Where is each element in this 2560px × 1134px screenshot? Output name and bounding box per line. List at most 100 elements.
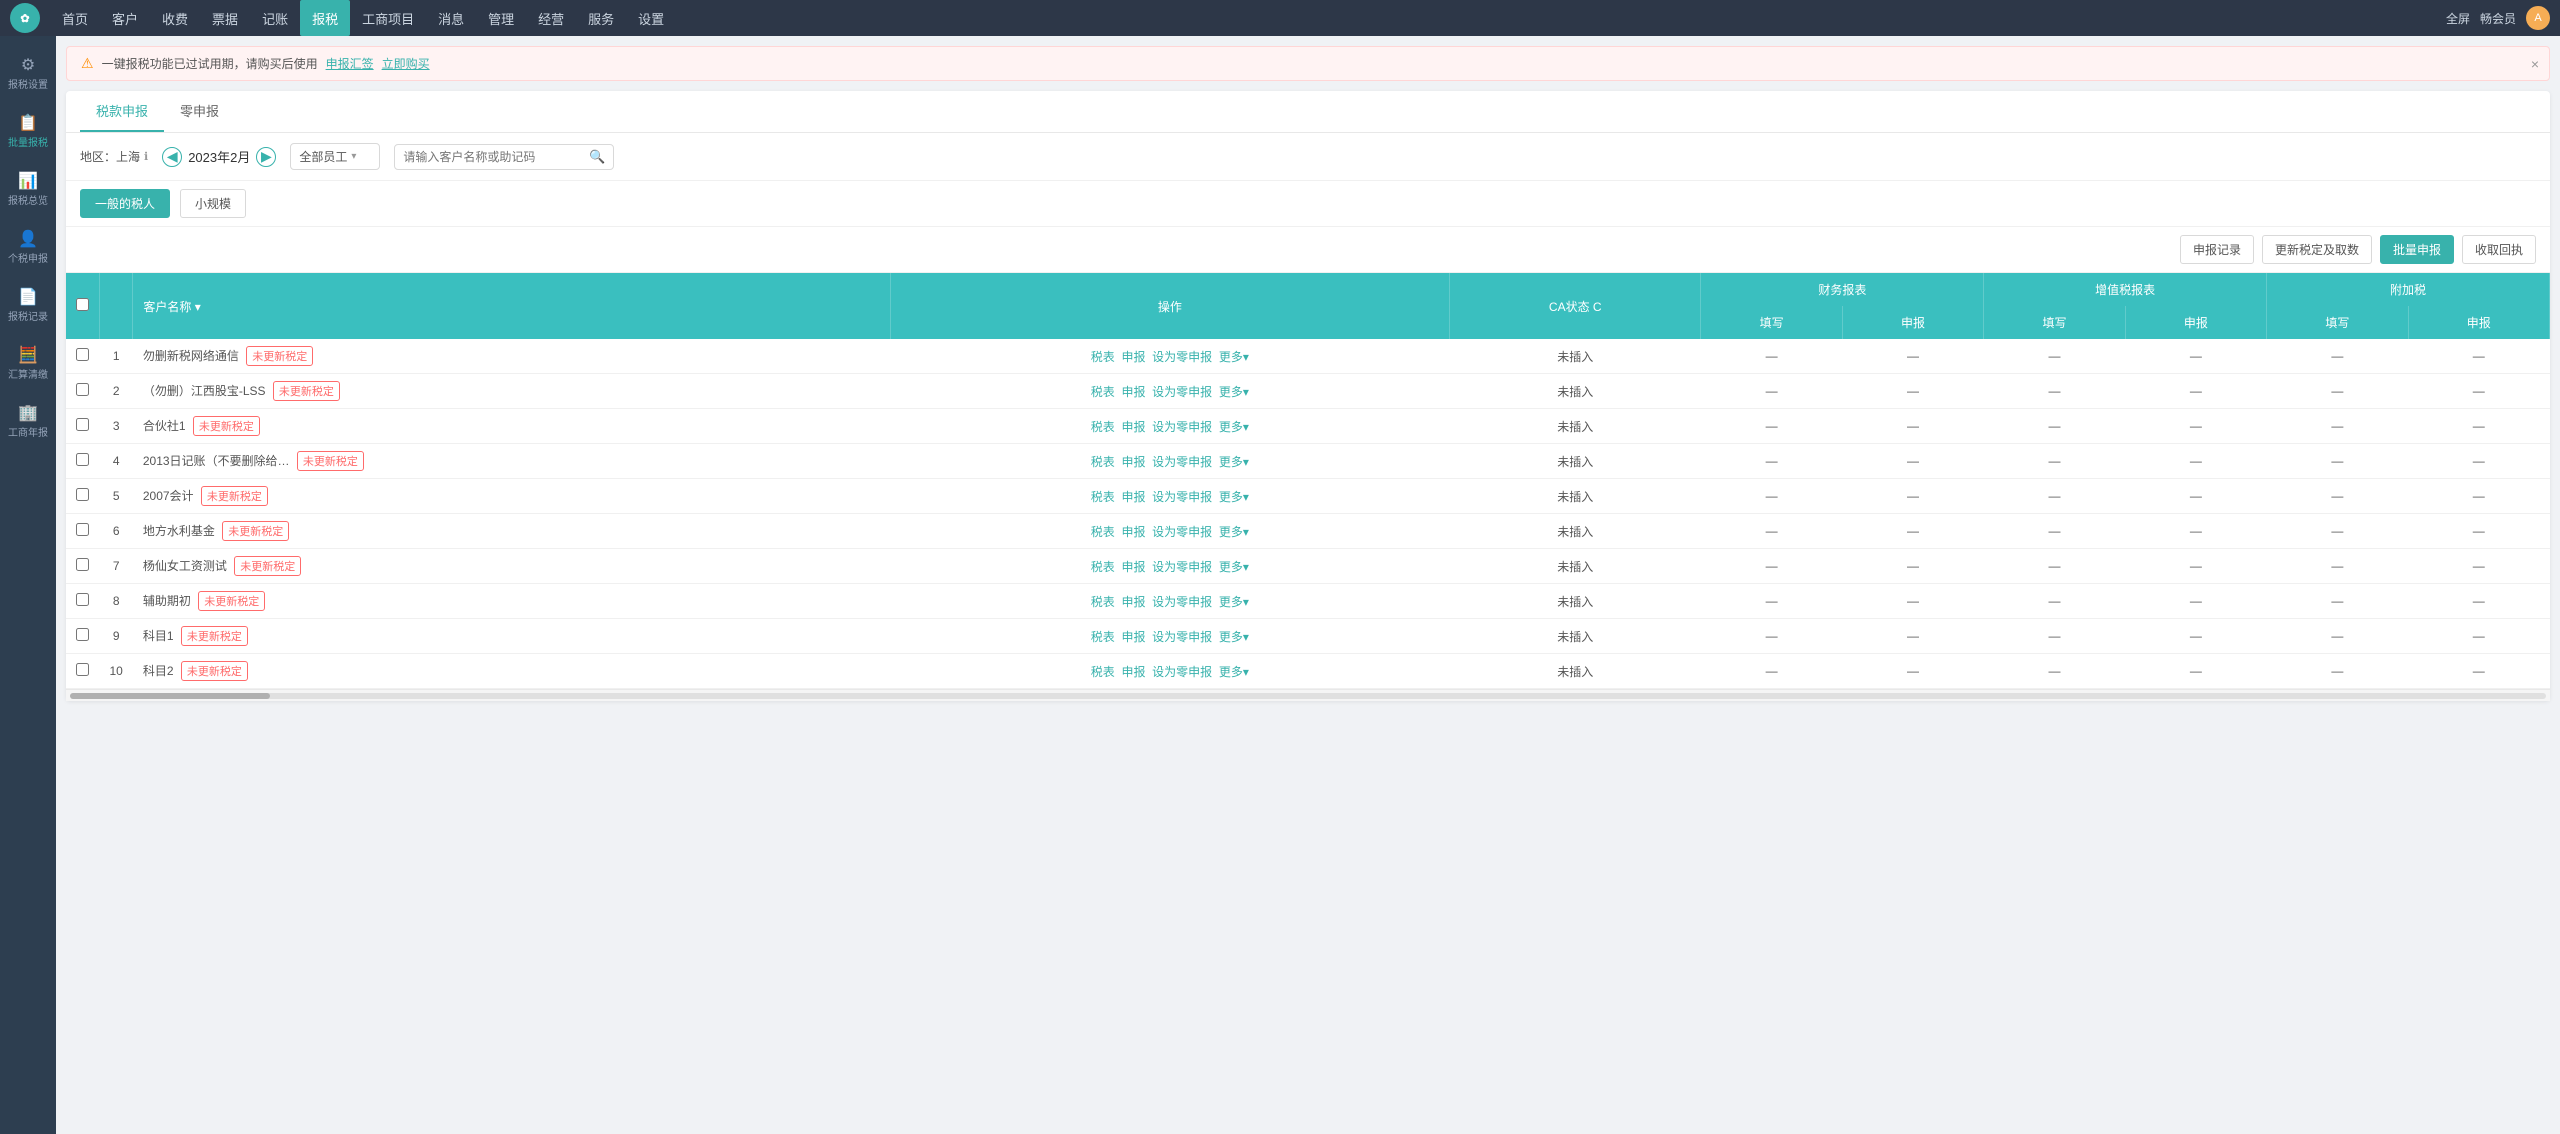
tab-tax-declaration[interactable]: 税款申报	[80, 91, 164, 132]
op-set-zero[interactable]: 设为零申报	[1152, 455, 1212, 469]
row-checkbox[interactable]	[76, 628, 89, 641]
row-add-report: —	[2408, 479, 2549, 514]
row-checkbox[interactable]	[76, 453, 89, 466]
nav-item-operation[interactable]: 经营	[526, 0, 576, 36]
fullscreen-button[interactable]: 全屏	[2446, 10, 2470, 27]
op-tax-form[interactable]: 税表	[1091, 595, 1115, 609]
op-tax-form[interactable]: 税表	[1091, 490, 1115, 504]
op-tax-form[interactable]: 税表	[1091, 630, 1115, 644]
row-add-fill: —	[2267, 514, 2408, 549]
nav-item-commerce[interactable]: 工商项目	[350, 0, 426, 36]
row-checkbox[interactable]	[76, 488, 89, 501]
row-checkbox[interactable]	[76, 348, 89, 361]
sidebar-item-batch-tax[interactable]: 📋 批量报税	[0, 102, 56, 160]
batch-icon: 📋	[17, 112, 39, 134]
date-next-button[interactable]: ▶	[256, 147, 276, 167]
op-more[interactable]: 更多▾	[1219, 665, 1249, 679]
op-tax-form[interactable]: 税表	[1091, 350, 1115, 364]
op-declare[interactable]: 申报	[1121, 630, 1145, 644]
batch-declare-button[interactable]: 批量申报	[2380, 235, 2454, 264]
search-input[interactable]	[403, 150, 589, 164]
op-more[interactable]: 更多▾	[1219, 385, 1249, 399]
row-tax-fill: —	[1984, 444, 2125, 479]
sidebar-item-tax-settings[interactable]: ⚙ 报税设置	[0, 44, 56, 102]
nav-item-message[interactable]: 消息	[426, 0, 476, 36]
op-tax-form[interactable]: 税表	[1091, 525, 1115, 539]
op-declare[interactable]: 申报	[1121, 560, 1145, 574]
row-fin-fill: —	[1701, 619, 1842, 654]
sidebar-item-annual-calc[interactable]: 🧮 汇算清缴	[0, 334, 56, 392]
op-tax-form[interactable]: 税表	[1091, 420, 1115, 434]
main-tabs: 税款申报 零申报	[66, 91, 2550, 133]
op-set-zero[interactable]: 设为零申报	[1152, 560, 1212, 574]
declaration-record-button[interactable]: 申报记录	[2180, 235, 2254, 264]
nav-item-tax[interactable]: 报税	[300, 0, 350, 36]
op-more[interactable]: 更多▾	[1219, 595, 1249, 609]
sidebar-item-annual-report[interactable]: 🏢 工商年报	[0, 392, 56, 450]
op-declare[interactable]: 申报	[1121, 490, 1145, 504]
row-checkbox[interactable]	[76, 523, 89, 536]
tab-zero-declaration[interactable]: 零申报	[164, 91, 235, 132]
op-set-zero[interactable]: 设为零申报	[1152, 595, 1212, 609]
op-declare[interactable]: 申报	[1121, 455, 1145, 469]
op-set-zero[interactable]: 设为零申报	[1152, 490, 1212, 504]
row-checkbox[interactable]	[76, 418, 89, 431]
row-checkbox[interactable]	[76, 383, 89, 396]
info-icon[interactable]: ℹ	[144, 150, 148, 163]
banner-link-report[interactable]: 申报汇签	[326, 55, 374, 72]
collect-receipt-button[interactable]: 收取回执	[2462, 235, 2536, 264]
op-set-zero[interactable]: 设为零申报	[1152, 350, 1212, 364]
row-operations: 税表 申报 设为零申报 更多▾	[890, 479, 1450, 514]
op-declare[interactable]: 申报	[1121, 385, 1145, 399]
row-checkbox[interactable]	[76, 593, 89, 606]
op-more[interactable]: 更多▾	[1219, 420, 1249, 434]
sidebar-item-tax-record[interactable]: 📄 报税记录	[0, 276, 56, 334]
sub-tab-general[interactable]: 一般的税人	[80, 189, 170, 218]
row-no: 2	[100, 374, 133, 409]
op-set-zero[interactable]: 设为零申报	[1152, 385, 1212, 399]
nav-item-bookkeeping[interactable]: 记账	[250, 0, 300, 36]
op-more[interactable]: 更多▾	[1219, 350, 1249, 364]
row-checkbox[interactable]	[76, 663, 89, 676]
op-tax-form[interactable]: 税表	[1091, 455, 1115, 469]
sub-tab-small[interactable]: 小规模	[180, 189, 246, 218]
nav-item-client[interactable]: 客户	[100, 0, 150, 36]
staff-selector[interactable]: 全部员工 ▾	[290, 143, 380, 170]
nav-item-home[interactable]: 首页	[50, 0, 100, 36]
op-declare[interactable]: 申报	[1121, 525, 1145, 539]
op-tax-form[interactable]: 税表	[1091, 665, 1115, 679]
nav-item-fee[interactable]: 收费	[150, 0, 200, 36]
nav-item-settings[interactable]: 设置	[626, 0, 676, 36]
op-more[interactable]: 更多▾	[1219, 490, 1249, 504]
op-set-zero[interactable]: 设为零申报	[1152, 630, 1212, 644]
nav-item-service[interactable]: 服务	[576, 0, 626, 36]
search-icon[interactable]: 🔍	[589, 149, 605, 165]
op-tax-form[interactable]: 税表	[1091, 560, 1115, 574]
op-more[interactable]: 更多▾	[1219, 525, 1249, 539]
row-checkbox[interactable]	[76, 558, 89, 571]
scroll-thumb[interactable]	[70, 693, 270, 699]
nav-item-manage[interactable]: 管理	[476, 0, 526, 36]
select-all-checkbox[interactable]	[76, 298, 89, 311]
op-tax-form[interactable]: 税表	[1091, 385, 1115, 399]
op-set-zero[interactable]: 设为零申报	[1152, 420, 1212, 434]
op-declare[interactable]: 申报	[1121, 595, 1145, 609]
nav-item-invoice[interactable]: 票据	[200, 0, 250, 36]
date-prev-button[interactable]: ◀	[162, 147, 182, 167]
op-declare[interactable]: 申报	[1121, 665, 1145, 679]
sidebar-item-label-record: 报税记录	[8, 312, 48, 324]
banner-close-button[interactable]: ×	[2531, 56, 2539, 72]
op-declare[interactable]: 申报	[1121, 350, 1145, 364]
sidebar-item-tax-overview[interactable]: 📊 报税总览	[0, 160, 56, 218]
banner-link-buy[interactable]: 立即购买	[382, 55, 430, 72]
update-tax-button[interactable]: 更新税定及取数	[2262, 235, 2372, 264]
op-more[interactable]: 更多▾	[1219, 630, 1249, 644]
sidebar-item-personal-tax[interactable]: 👤 个税申报	[0, 218, 56, 276]
member-button[interactable]: 畅会员	[2480, 10, 2516, 27]
op-set-zero[interactable]: 设为零申报	[1152, 665, 1212, 679]
op-more[interactable]: 更多▾	[1219, 455, 1249, 469]
horizontal-scrollbar[interactable]	[66, 689, 2550, 701]
op-more[interactable]: 更多▾	[1219, 560, 1249, 574]
op-set-zero[interactable]: 设为零申报	[1152, 525, 1212, 539]
op-declare[interactable]: 申报	[1121, 420, 1145, 434]
